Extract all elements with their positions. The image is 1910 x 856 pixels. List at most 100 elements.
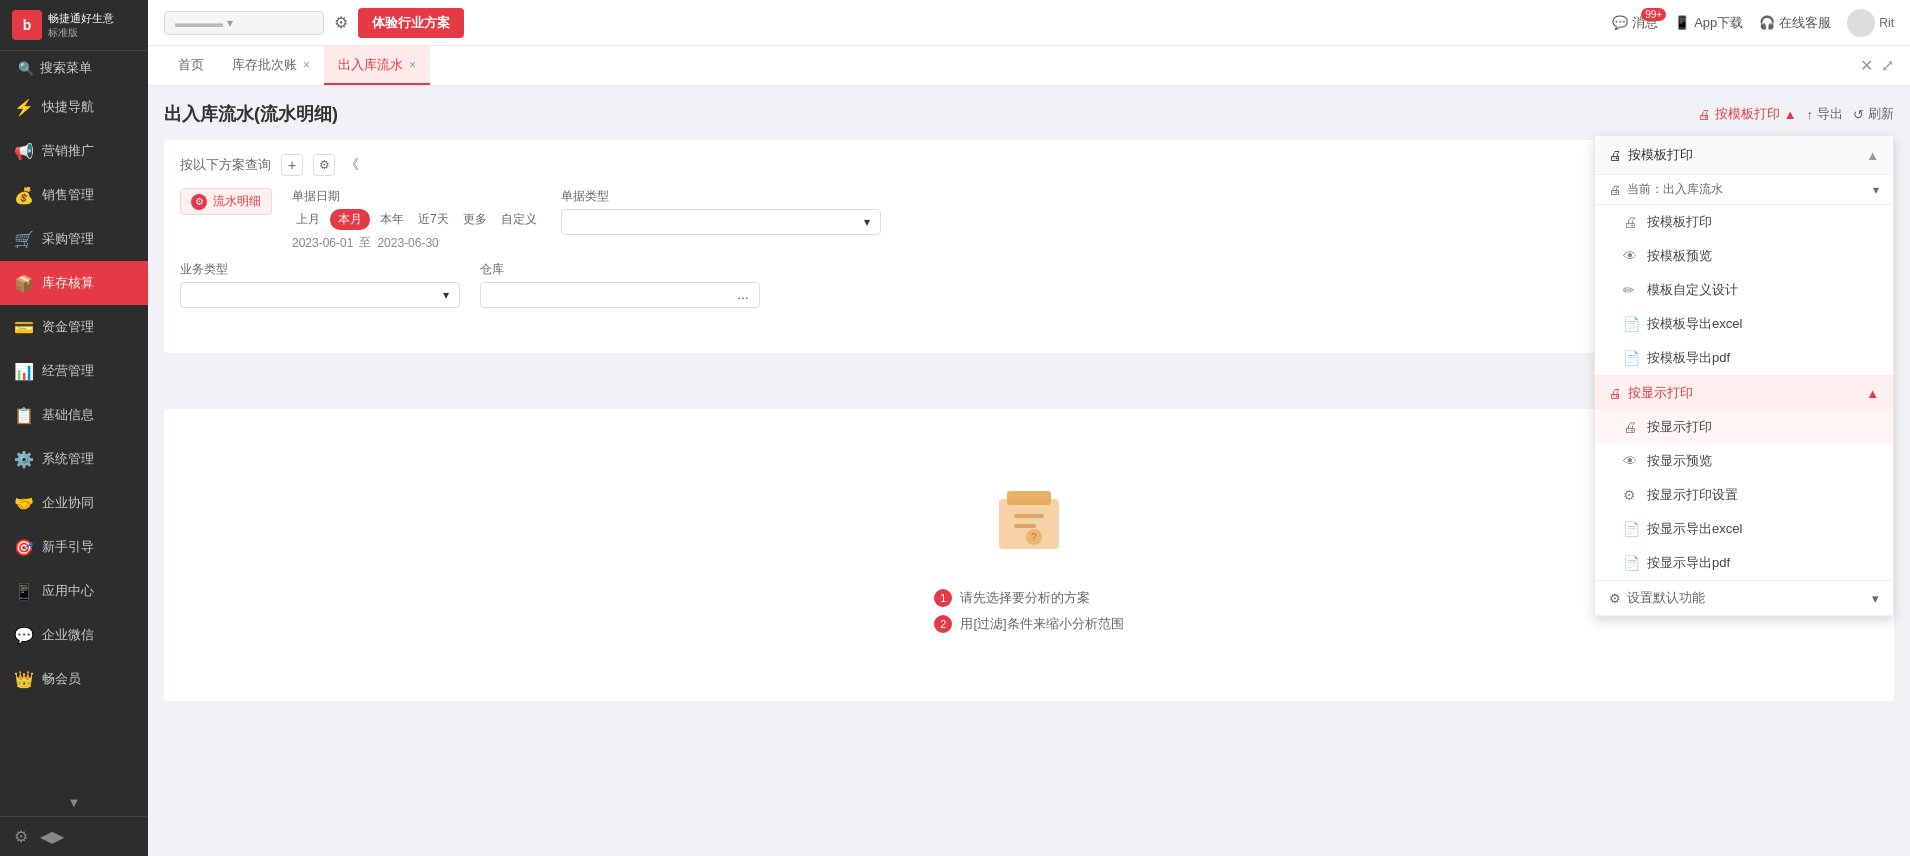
collapse-sidebar-icon[interactable]: ◀▶ <box>40 827 64 846</box>
tab-home[interactable]: 首页 <box>164 46 218 85</box>
purchase-icon: 🛒 <box>14 229 34 249</box>
empty-step-2: 2 用[过滤]条件来缩小分析范围 <box>934 615 1123 633</box>
shortcut-this-year[interactable]: 本年 <box>376 209 408 230</box>
template-preview-btn[interactable]: 👁 按模板预览 <box>1595 239 1893 273</box>
search-icon: 🔍 <box>18 61 34 76</box>
topbar: ▬▬▬▬ ▾ ⚙ 体验行业方案 💬 消息 99+ 📱 App下载 🎧 <box>148 0 1910 46</box>
shortcut-more[interactable]: 更多 <box>459 209 491 230</box>
tab-close-flow[interactable]: × <box>409 58 416 72</box>
display-print-btn[interactable]: 🖨 按显示打印 <box>1595 410 1893 444</box>
sidebar-item-guide[interactable]: 🎯 新手引导 <box>0 525 148 569</box>
user-avatar-area[interactable]: Rit <box>1847 9 1894 37</box>
biz-type-select[interactable]: ▾ <box>180 282 460 308</box>
display-print-section-header[interactable]: 🖨 按显示打印 ▲ <box>1595 376 1893 410</box>
headset-icon: 🎧 <box>1759 15 1775 30</box>
biz-type-field: 业务类型 ▾ <box>180 261 460 308</box>
sidebar-item-purchase[interactable]: 🛒 采购管理 <box>0 217 148 261</box>
shortcut-this-month[interactable]: 本月 <box>330 209 370 230</box>
app-center-icon: 📱 <box>14 581 34 601</box>
sidebar-item-finance[interactable]: 💳 资金管理 <box>0 305 148 349</box>
settings-icon[interactable]: ⚙ <box>14 827 28 846</box>
display-export-pdf-btn[interactable]: 📄 按显示导出pdf <box>1595 546 1893 580</box>
template-print-icon: 🖨 <box>1623 214 1639 230</box>
warehouse-more-icon: … <box>737 288 749 302</box>
current-template-row: 🖨 当前：出入库流水 ▾ <box>1595 175 1893 205</box>
display-pdf-icon: 📄 <box>1623 555 1639 571</box>
system-icon: ⚙️ <box>14 449 34 469</box>
sidebar: b 畅捷通好生意 标准版 🔍 搜索菜单 ⚡ 快捷导航 📢 营销推广 💰 销售管理 <box>0 0 148 856</box>
export-btn[interactable]: ↑ 导出 <box>1807 105 1844 123</box>
industry-btn[interactable]: 体验行业方案 <box>358 8 464 38</box>
sidebar-item-wechat[interactable]: 💬 企业微信 <box>0 613 148 657</box>
sidebar-item-system[interactable]: ⚙️ 系统管理 <box>0 437 148 481</box>
display-export-excel-btn[interactable]: 📄 按显示导出excel <box>1595 512 1893 546</box>
sidebar-item-basic[interactable]: 📋 基础信息 <box>0 393 148 437</box>
template-pdf-icon: 📄 <box>1623 350 1639 366</box>
sidebar-item-app-center[interactable]: 📱 应用中心 <box>0 569 148 613</box>
display-section-collapse-icon[interactable]: ▲ <box>1866 386 1879 401</box>
collab-icon: 🤝 <box>14 493 34 513</box>
tabbar: 首页 库存批次账 × 出入库流水 × ✕ ⤢ <box>148 46 1910 86</box>
sidebar-item-marketing[interactable]: 📢 营销推广 <box>0 129 148 173</box>
topbar-left: ▬▬▬▬ ▾ ⚙ 体验行业方案 <box>164 8 464 38</box>
filter-chevron-left-icon: 《 <box>345 156 359 172</box>
template-export-pdf-btn[interactable]: 📄 按模板导出pdf <box>1595 341 1893 375</box>
display-print-settings-btn[interactable]: ⚙ 按显示打印设置 <box>1595 478 1893 512</box>
filter-add-btn[interactable]: + <box>281 154 303 176</box>
tabbar-close-btn[interactable]: ✕ <box>1860 56 1873 75</box>
display-print-header-icon: 🖨 <box>1609 386 1622 401</box>
display-preview-icon: 👁 <box>1623 453 1639 469</box>
print-btn[interactable]: 🖨 按模板打印 ▲ <box>1698 105 1797 123</box>
set-default-chevron[interactable]: ▾ <box>1872 591 1879 606</box>
shortcut-custom[interactable]: 自定义 <box>497 209 541 230</box>
sidebar-item-member[interactable]: 👑 畅会员 <box>0 657 148 701</box>
svg-text:?: ? <box>1031 532 1037 543</box>
sidebar-scroll-down[interactable]: ▼ <box>0 789 148 816</box>
display-preview-btn[interactable]: 👁 按显示预览 <box>1595 444 1893 478</box>
empty-illustration: ? <box>979 469 1079 569</box>
template-print-btn[interactable]: 🖨 按模板打印 <box>1595 205 1893 239</box>
message-btn[interactable]: 💬 消息 99+ <box>1612 14 1658 32</box>
tab-flow[interactable]: 出入库流水 × <box>324 46 430 85</box>
sidebar-item-operation[interactable]: 📊 经营管理 <box>0 349 148 393</box>
dropdown-collapse-btn[interactable]: ▲ <box>1866 148 1879 163</box>
display-print-section: 🖨 按显示打印 ▲ 🖨 按显示打印 👁 按显 <box>1595 376 1893 581</box>
topbar-search-dropdown[interactable]: ▾ <box>227 16 233 30</box>
date-range: 2023-06-01 至 2023-06-30 <box>292 234 541 251</box>
template-custom-btn[interactable]: ✏ 模板自定义设计 <box>1595 273 1893 307</box>
tab-batch[interactable]: 库存批次账 × <box>218 46 324 85</box>
sidebar-item-quick-nav[interactable]: ⚡ 快捷导航 <box>0 85 148 129</box>
refresh-btn[interactable]: ↺ 刷新 <box>1853 105 1894 123</box>
filter-tag-icon: ⚙ <box>191 194 207 210</box>
app-download-btn[interactable]: 📱 App下载 <box>1674 14 1743 32</box>
shortcut-last-month[interactable]: 上月 <box>292 209 324 230</box>
shortcut-7-days[interactable]: 近7天 <box>414 209 453 230</box>
doc-type-field: 单据类型 ▾ <box>561 188 881 235</box>
sidebar-item-sales[interactable]: 💰 销售管理 <box>0 173 148 217</box>
guide-icon: 🎯 <box>14 537 34 557</box>
member-icon: 👑 <box>14 669 34 689</box>
tabbar-expand-btn[interactable]: ⤢ <box>1881 56 1894 75</box>
refresh-icon: ↺ <box>1853 107 1864 122</box>
print-dropdown-panel: 🖨 按模板打印 ▲ 🖨 当前：出入库流水 ▾ <box>1594 135 1894 617</box>
template-export-excel-btn[interactable]: 📄 按模板导出excel <box>1595 307 1893 341</box>
operation-icon: 📊 <box>14 361 34 381</box>
sidebar-item-collab[interactable]: 🤝 企业协同 <box>0 481 148 525</box>
doc-type-chevron-icon: ▾ <box>864 215 870 229</box>
sidebar-nav: ⚡ 快捷导航 📢 营销推广 💰 销售管理 🛒 采购管理 📦 库存核算 💳 <box>0 85 148 789</box>
warehouse-select[interactable]: … <box>480 282 760 308</box>
tab-close-batch[interactable]: × <box>303 58 310 72</box>
current-template-chevron[interactable]: ▾ <box>1873 183 1879 197</box>
topbar-gear-icon[interactable]: ⚙ <box>334 13 348 32</box>
filter-collapse-btn[interactable]: 《 <box>345 156 359 174</box>
sidebar-bottom: ⚙ ◀▶ <box>0 816 148 856</box>
sidebar-item-inventory[interactable]: 📦 库存核算 <box>0 261 148 305</box>
print-icon: 🖨 <box>1698 107 1711 122</box>
set-default-header[interactable]: ⚙ 设置默认功能 ▾ <box>1595 581 1893 615</box>
template-print-section: 🖨 按模板打印 👁 按模板预览 ✏ 模板自定义设计 <box>1595 205 1893 376</box>
doc-type-select[interactable]: ▾ <box>561 209 881 235</box>
filter-setting-btn[interactable]: ⚙ <box>313 154 335 176</box>
online-service-btn[interactable]: 🎧 在线客服 <box>1759 14 1831 32</box>
logo-icon: b <box>12 10 42 40</box>
sidebar-search[interactable]: 🔍 搜索菜单 <box>0 51 148 85</box>
